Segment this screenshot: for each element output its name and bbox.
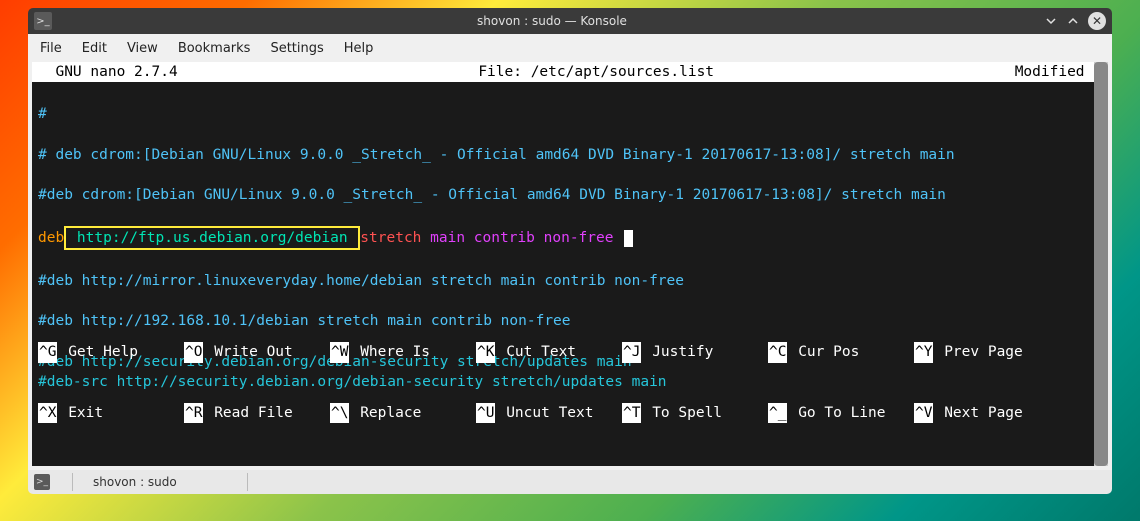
- shortcut-item: ^C Cur Pos: [768, 342, 914, 362]
- shortcut-item: ^W Where Is: [330, 342, 476, 362]
- line: #: [38, 106, 47, 122]
- shortcut-label: Cut Text: [495, 342, 602, 362]
- nano-filename: File: /etc/apt/sources.list: [178, 62, 1015, 82]
- menu-bookmarks[interactable]: Bookmarks: [178, 41, 251, 56]
- shortcut-item: ^O Write Out: [184, 342, 330, 362]
- divider: [72, 473, 73, 491]
- menu-help[interactable]: Help: [344, 41, 374, 56]
- shortcut-row: ^X Exit ^R Read File ^\ Replace ^U Uncut…: [38, 403, 1102, 423]
- line-part: stretch: [360, 230, 430, 246]
- scrollbar-thumb[interactable]: [1094, 62, 1108, 466]
- nano-header: GNU nano 2.7.4 File: /etc/apt/sources.li…: [32, 62, 1108, 82]
- shortcut-key: ^G: [38, 342, 57, 362]
- shortcut-item: ^_ Go To Line: [768, 403, 914, 423]
- shortcut-item: ^J Justify: [622, 342, 768, 362]
- window-title: shovon : sudo — Konsole: [60, 14, 1044, 28]
- terminal-container: GNU nano 2.7.4 File: /etc/apt/sources.li…: [28, 62, 1112, 470]
- shortcut-item: ^Y Prev Page: [914, 342, 1023, 362]
- line: #deb http://mirror.linuxeveryday.home/de…: [38, 273, 684, 289]
- shortcut-key: ^U: [476, 403, 495, 423]
- shortcut-label: Cur Pos: [787, 342, 894, 362]
- shortcut-key: ^W: [330, 342, 349, 362]
- shortcut-key: ^X: [38, 403, 57, 423]
- app-icon: >_: [34, 12, 52, 30]
- shortcut-label: Next Page: [933, 403, 1022, 423]
- shortcut-label: Read File: [203, 403, 310, 423]
- menu-view[interactable]: View: [127, 41, 158, 56]
- shortcut-label: Justify: [641, 342, 748, 362]
- shortcut-label: Where Is: [349, 342, 456, 362]
- shortcut-item: ^V Next Page: [914, 403, 1023, 423]
- cursor: [624, 230, 633, 247]
- shortcut-item: ^U Uncut Text: [476, 403, 622, 423]
- menu-edit[interactable]: Edit: [82, 41, 107, 56]
- shortcut-row: ^G Get Help ^O Write Out ^W Where Is ^K …: [38, 342, 1102, 362]
- shortcut-item: ^K Cut Text: [476, 342, 622, 362]
- shortcut-key: ^J: [622, 342, 641, 362]
- shortcut-key: ^T: [622, 403, 641, 423]
- menu-file[interactable]: File: [40, 41, 62, 56]
- shortcut-key: ^K: [476, 342, 495, 362]
- shortcut-key: ^\: [330, 403, 349, 423]
- window-controls: ✕: [1044, 12, 1106, 30]
- line-part: deb: [38, 230, 64, 246]
- divider: [247, 473, 248, 491]
- shortcut-item: ^T To Spell: [622, 403, 768, 423]
- shortcut-label: Uncut Text: [495, 403, 602, 423]
- menubar: File Edit View Bookmarks Settings Help: [28, 34, 1112, 62]
- nano-shortcuts: ^G Get Help ^O Write Out ^W Where Is ^K …: [32, 302, 1108, 466]
- shortcut-label: Get Help: [57, 342, 164, 362]
- shortcut-item: ^X Exit: [38, 403, 184, 423]
- shortcut-label: Exit: [57, 403, 164, 423]
- titlebar: >_ shovon : sudo — Konsole ✕: [28, 8, 1112, 34]
- shortcut-key: ^C: [768, 342, 787, 362]
- shortcut-label: Prev Page: [933, 342, 1022, 362]
- shortcut-label: Go To Line: [787, 403, 894, 423]
- shortcut-key: ^V: [914, 403, 933, 423]
- nano-version: GNU nano 2.7.4: [38, 62, 178, 82]
- shortcut-label: Replace: [349, 403, 456, 423]
- close-button[interactable]: ✕: [1088, 12, 1106, 30]
- shortcut-item: ^G Get Help: [38, 342, 184, 362]
- shortcut-key: ^O: [184, 342, 203, 362]
- line-part: main contrib non-free: [430, 230, 622, 246]
- shortcut-label: To Spell: [641, 403, 748, 423]
- tab-icon: >_: [34, 474, 50, 490]
- minimize-button[interactable]: [1044, 14, 1058, 28]
- line: # deb cdrom:[Debian GNU/Linux 9.0.0 _Str…: [38, 147, 955, 163]
- shortcut-key: ^Y: [914, 342, 933, 362]
- shortcut-label: Write Out: [203, 342, 310, 362]
- menu-settings[interactable]: Settings: [270, 41, 323, 56]
- nano-modified: Modified: [1015, 62, 1102, 82]
- highlighted-url: http://ftp.us.debian.org/debian: [64, 226, 360, 250]
- line: #deb cdrom:[Debian GNU/Linux 9.0.0 _Stre…: [38, 187, 946, 203]
- shortcut-item: ^\ Replace: [330, 403, 476, 423]
- shortcut-key: ^_: [768, 403, 787, 423]
- scrollbar[interactable]: [1094, 62, 1108, 466]
- statusbar: >_ shovon : sudo: [28, 470, 1112, 494]
- maximize-button[interactable]: [1066, 14, 1080, 28]
- shortcut-key: ^R: [184, 403, 203, 423]
- terminal[interactable]: GNU nano 2.7.4 File: /etc/apt/sources.li…: [32, 62, 1108, 466]
- shortcut-item: ^R Read File: [184, 403, 330, 423]
- tab-label[interactable]: shovon : sudo: [83, 475, 237, 489]
